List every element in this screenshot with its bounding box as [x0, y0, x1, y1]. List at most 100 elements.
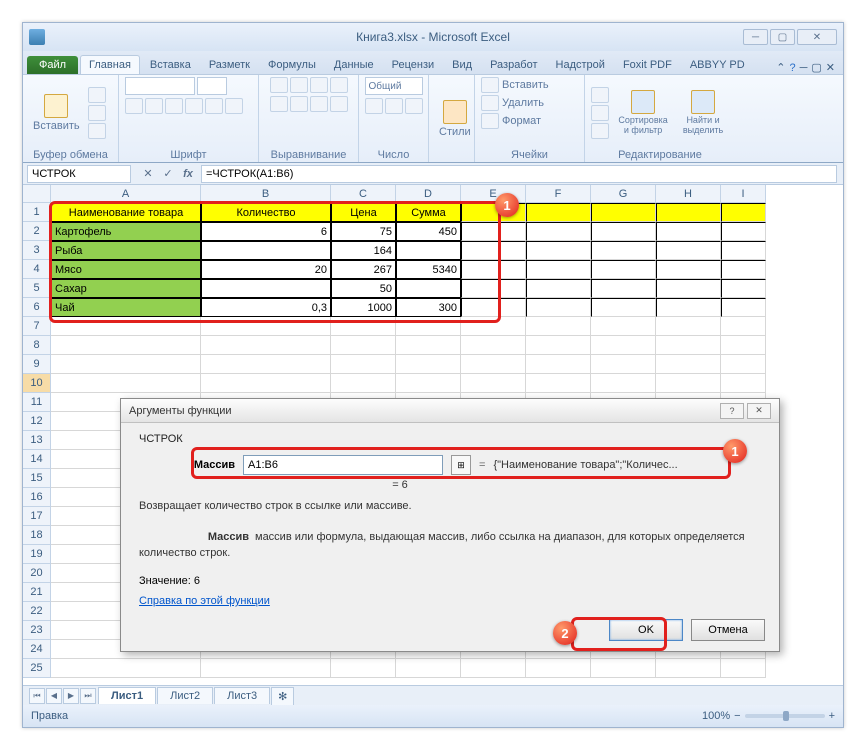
format-painter-button[interactable]: [88, 123, 106, 139]
comma-button[interactable]: [405, 98, 423, 114]
cell[interactable]: [721, 317, 766, 336]
select-all-corner[interactable]: [23, 185, 51, 203]
sheet-tab-2[interactable]: Лист2: [157, 687, 213, 704]
row-header[interactable]: 22: [23, 602, 51, 621]
maximize-button[interactable]: ▢: [770, 29, 795, 45]
fill-button[interactable]: [591, 105, 609, 121]
cancel-button[interactable]: Отмена: [691, 619, 765, 641]
row-header[interactable]: 15: [23, 469, 51, 488]
tab-home[interactable]: Главная: [80, 55, 140, 74]
zoom-out-button[interactable]: −: [734, 710, 740, 722]
cell[interactable]: [591, 374, 656, 393]
cell[interactable]: [396, 279, 461, 298]
cell[interactable]: Сахар: [51, 279, 201, 298]
row-header[interactable]: 19: [23, 545, 51, 564]
new-sheet-button[interactable]: ✻: [271, 687, 294, 705]
cell[interactable]: [656, 355, 721, 374]
range-picker-button[interactable]: ⊞: [451, 455, 471, 475]
cell[interactable]: [396, 374, 461, 393]
cell[interactable]: [51, 336, 201, 355]
cell[interactable]: [461, 260, 526, 279]
cell[interactable]: [461, 298, 526, 317]
file-tab[interactable]: Файл: [27, 56, 78, 74]
cell[interactable]: Цена: [331, 203, 396, 222]
column-header[interactable]: H: [656, 185, 721, 203]
cell[interactable]: [656, 374, 721, 393]
cell[interactable]: [591, 355, 656, 374]
cell[interactable]: [396, 336, 461, 355]
row-header[interactable]: 3: [23, 241, 51, 260]
cell[interactable]: [656, 241, 721, 260]
cell[interactable]: [461, 241, 526, 260]
row-header[interactable]: 11: [23, 393, 51, 412]
sheet-nav-prev[interactable]: ◀: [46, 688, 62, 704]
align-center-button[interactable]: [290, 96, 308, 112]
bold-button[interactable]: [125, 98, 143, 114]
help-link[interactable]: Справка по этой функции: [135, 593, 765, 609]
cell[interactable]: [461, 317, 526, 336]
font-name-combo[interactable]: [125, 77, 195, 95]
cell[interactable]: Сумма: [396, 203, 461, 222]
cell[interactable]: [721, 336, 766, 355]
number-format-combo[interactable]: Общий: [365, 77, 423, 95]
row-header[interactable]: 18: [23, 526, 51, 545]
cell[interactable]: [526, 279, 591, 298]
cell[interactable]: [656, 317, 721, 336]
cell[interactable]: 75: [331, 222, 396, 241]
row-header[interactable]: 5: [23, 279, 51, 298]
underline-button[interactable]: [165, 98, 183, 114]
cell[interactable]: 267: [331, 260, 396, 279]
cell[interactable]: [396, 317, 461, 336]
help-icon[interactable]: ?: [789, 62, 795, 74]
cut-button[interactable]: [88, 87, 106, 103]
cell[interactable]: [51, 659, 201, 678]
cell[interactable]: [396, 241, 461, 260]
cell[interactable]: Чай: [51, 298, 201, 317]
cell[interactable]: [201, 317, 331, 336]
cell[interactable]: [721, 659, 766, 678]
styles-button[interactable]: Стили: [435, 98, 475, 140]
sheet-nav-first[interactable]: ⏮: [29, 688, 45, 704]
cell[interactable]: 5340: [396, 260, 461, 279]
enter-formula-button[interactable]: ✓: [159, 165, 177, 183]
clear-button[interactable]: [591, 123, 609, 139]
cell[interactable]: Картофель: [51, 222, 201, 241]
column-header[interactable]: G: [591, 185, 656, 203]
cell[interactable]: 0,3: [201, 298, 331, 317]
cell[interactable]: 300: [396, 298, 461, 317]
italic-button[interactable]: [145, 98, 163, 114]
cell[interactable]: Рыба: [51, 241, 201, 260]
align-bot-button[interactable]: [310, 77, 328, 93]
cell[interactable]: [591, 279, 656, 298]
cell[interactable]: [656, 260, 721, 279]
cell[interactable]: [331, 355, 396, 374]
border-button[interactable]: [185, 98, 203, 114]
formula-input[interactable]: =ЧСТРОК(A1:B6): [201, 165, 837, 183]
tab-insert[interactable]: Вставка: [142, 56, 199, 74]
cell[interactable]: [721, 355, 766, 374]
autosum-button[interactable]: [591, 87, 609, 103]
currency-button[interactable]: [365, 98, 383, 114]
tab-developer[interactable]: Разработ: [482, 56, 545, 74]
cell[interactable]: [396, 355, 461, 374]
row-header[interactable]: 21: [23, 583, 51, 602]
column-header[interactable]: C: [331, 185, 396, 203]
doc-restore-button[interactable]: ▢: [811, 61, 821, 74]
cell[interactable]: 50: [331, 279, 396, 298]
row-header[interactable]: 6: [23, 298, 51, 317]
cell[interactable]: [591, 203, 656, 222]
cell[interactable]: [526, 260, 591, 279]
arg-input[interactable]: [243, 455, 443, 475]
cell[interactable]: [721, 260, 766, 279]
cell[interactable]: [656, 298, 721, 317]
row-header[interactable]: 17: [23, 507, 51, 526]
font-size-combo[interactable]: [197, 77, 227, 95]
cell[interactable]: [721, 298, 766, 317]
cell[interactable]: [526, 659, 591, 678]
row-header[interactable]: 14: [23, 450, 51, 469]
cancel-formula-button[interactable]: ✕: [139, 165, 157, 183]
cell[interactable]: [201, 659, 331, 678]
align-left-button[interactable]: [270, 96, 288, 112]
cell[interactable]: [721, 222, 766, 241]
row-header[interactable]: 20: [23, 564, 51, 583]
